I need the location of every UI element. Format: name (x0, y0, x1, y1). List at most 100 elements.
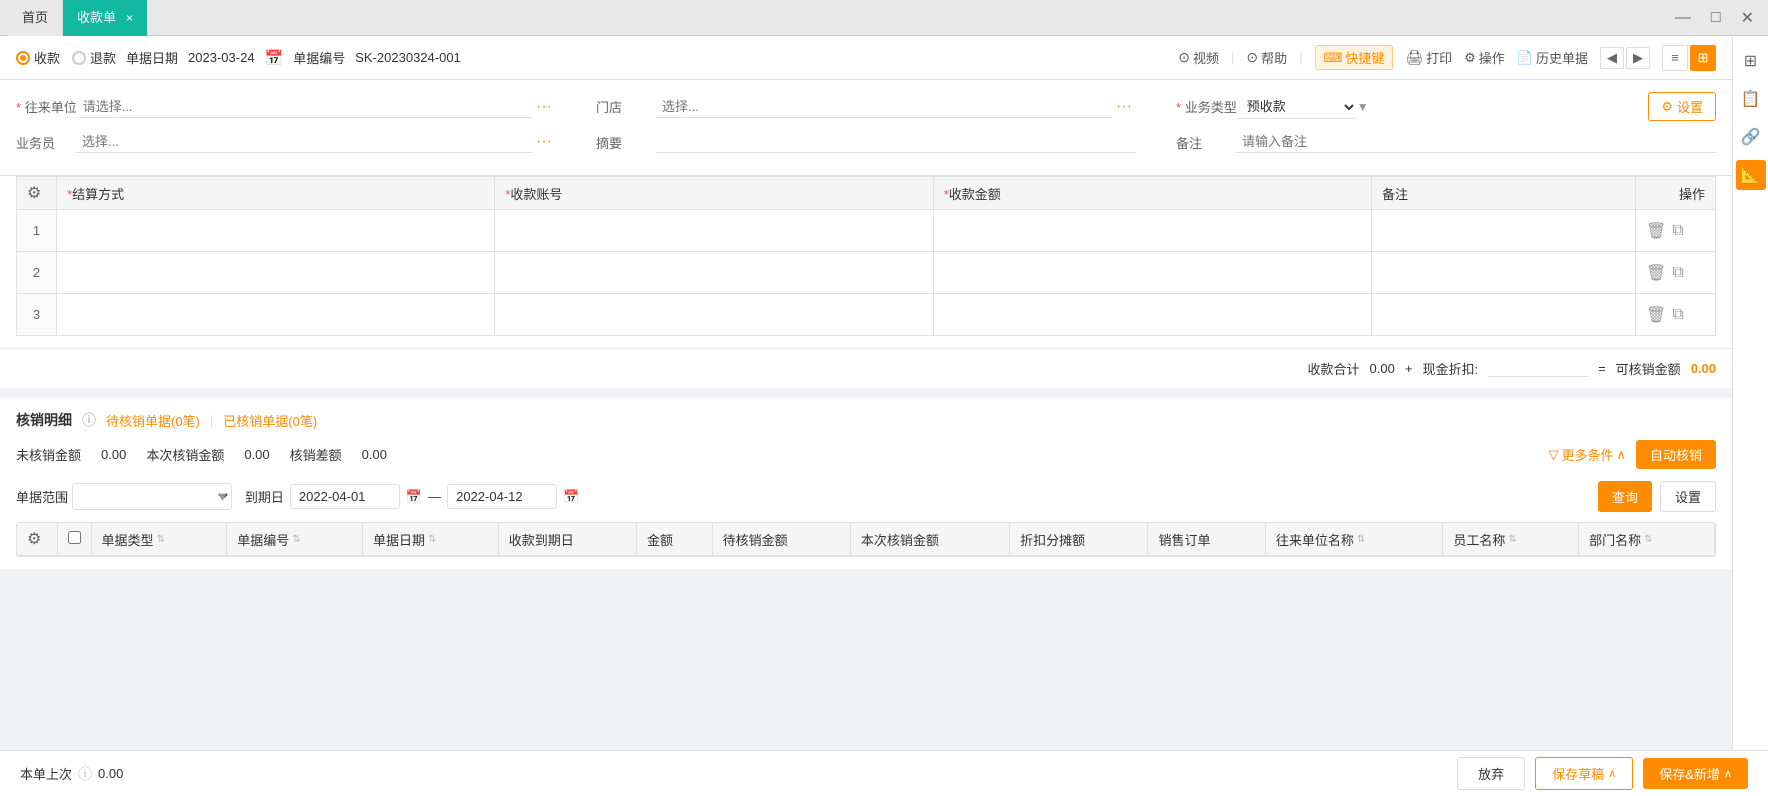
operations-button[interactable]: ⚙ 操作 (1464, 48, 1505, 67)
grid-view-button[interactable]: ⊞ (1690, 45, 1716, 71)
diff-label: 核销差额 (290, 445, 342, 464)
tab-receipt[interactable]: 收款单 × (63, 0, 148, 36)
unchecked-label: 未核销金额 (16, 445, 81, 464)
range-select[interactable] (72, 483, 232, 510)
tab-close-icon[interactable]: × (126, 0, 133, 36)
wt-gear-icon[interactable]: ⚙ (27, 531, 41, 548)
current-writeoff-label: 本次核销金额 (146, 445, 224, 464)
row-2-copy-icon[interactable]: ⧉ (1672, 264, 1683, 282)
row-2-remarks[interactable] (1372, 252, 1636, 294)
pending-tab[interactable]: 待核销单据(0笔) (106, 411, 200, 430)
more-filter-button[interactable]: ▽ 更多条件 ∧ (1548, 445, 1626, 464)
radio-receipt[interactable]: 收款 (16, 48, 60, 67)
unchecked-value: 0.00 (101, 447, 126, 462)
store-more-icon[interactable]: ··· (1112, 98, 1136, 116)
row-1-settlement[interactable] (57, 210, 495, 252)
row-1-delete-icon[interactable]: 🗑 (1646, 221, 1666, 241)
summary-input[interactable] (656, 131, 1136, 153)
due-date-from-input[interactable] (290, 484, 400, 509)
partner-input[interactable] (77, 96, 532, 118)
diff-value: 0.00 (362, 447, 387, 462)
row-2-amount[interactable] (933, 252, 1371, 294)
right-panel-icon-2[interactable]: 📋 (1736, 84, 1766, 114)
table-area: ⚙ *结算方式 *收款账号 *收款金额 备注 操作 (0, 176, 1732, 348)
partner-field: * 往来单位 ··· (16, 96, 556, 118)
bottom-info: 本单上次 ⓘ 0.00 (20, 764, 123, 784)
row-3-amount[interactable] (933, 294, 1371, 336)
auto-writeoff-button[interactable]: 自动核销 (1636, 440, 1716, 469)
right-panel-icon-4[interactable]: 📐 (1736, 160, 1766, 190)
discount-input[interactable] (1488, 361, 1588, 377)
row-1-num: 1 (17, 210, 57, 252)
next-arrow[interactable]: ▶ (1626, 47, 1650, 69)
save-new-button[interactable]: 保存&新增 ∧ (1643, 758, 1748, 789)
row-3-ops: 🗑 ⧉ (1636, 294, 1716, 336)
date-calendar-icon[interactable]: 📅 (265, 49, 284, 67)
completed-tab[interactable]: 已核销单据(0笔) (223, 411, 317, 430)
close-button[interactable]: ✕ (1735, 8, 1760, 28)
prev-arrow[interactable]: ◀ (1600, 47, 1624, 69)
history-label: 历史单据 (1536, 48, 1588, 67)
row-3-delete-icon[interactable]: 🗑 (1646, 305, 1666, 325)
writeoff-stats: 未核销金额 0.00 本次核销金额 0.00 核销差额 0.00 ▽ 更多条件 … (16, 440, 1716, 469)
row-1-amount[interactable] (933, 210, 1371, 252)
net-label: 可核销金额 (1616, 359, 1681, 378)
store-field: 门店 ··· (596, 96, 1136, 118)
due-date-to-icon[interactable]: 📅 (563, 489, 579, 505)
wt-select-all[interactable] (68, 531, 81, 544)
maximize-button[interactable]: □ (1705, 9, 1727, 27)
business-type-select[interactable]: 预收款 (1237, 95, 1357, 119)
minimize-button[interactable]: — (1669, 9, 1697, 27)
bottom-info-icon[interactable]: ⓘ (78, 764, 92, 784)
row-3-remarks[interactable] (1372, 294, 1636, 336)
video-button[interactable]: ⊙ 视频 (1178, 48, 1219, 67)
shortcut-button[interactable]: ⌨ 快捷键 (1315, 45, 1394, 70)
print-button[interactable]: 🖨 打印 (1405, 48, 1452, 67)
settings-button[interactable]: ⚙ 设置 (1648, 92, 1716, 121)
writeoff-table-wrap: ⚙ 单据类型⇅ 单据编号⇅ 单据日期⇅ 收款到期日 (16, 522, 1716, 557)
radio-refund-dot (72, 51, 86, 65)
row-3-account[interactable] (495, 294, 933, 336)
range-field: 单据范围 ▼ (16, 483, 229, 510)
wt-due-date-header: 收款到期日 (498, 523, 636, 556)
tab-home[interactable]: 首页 (8, 0, 63, 36)
save-new-chevron: ∧ (1724, 767, 1732, 780)
row-3-settlement[interactable] (57, 294, 495, 336)
due-date-field: 到期日 📅 — 📅 (245, 484, 579, 509)
due-date-from-icon[interactable]: 📅 (406, 489, 422, 505)
right-panel-icon-1[interactable]: ⊞ (1736, 46, 1766, 76)
row-1-copy-icon[interactable]: ⧉ (1672, 222, 1683, 240)
remarks-input[interactable] (1236, 131, 1716, 153)
discard-button[interactable]: 放弃 (1457, 757, 1525, 790)
writeoff-info-icon[interactable]: ⓘ (82, 410, 96, 430)
sort-icon: ⇅ (1508, 534, 1516, 545)
right-panel-icon-3[interactable]: 🔗 (1736, 122, 1766, 152)
row-2-settlement[interactable] (57, 252, 495, 294)
table-gear-icon[interactable]: ⚙ (27, 185, 41, 202)
salesperson-input[interactable] (76, 131, 532, 153)
store-input[interactable] (656, 96, 1112, 118)
query-button[interactable]: 查询 (1598, 481, 1652, 512)
due-date-to-input[interactable] (447, 484, 557, 509)
account-header: *收款账号 (495, 177, 933, 210)
remarks-label: 备注 (1176, 133, 1236, 152)
save-draft-button[interactable]: 保存草稿 ∧ (1535, 757, 1633, 790)
form-row-2: 业务员 ··· 摘要 备注 (16, 131, 1716, 153)
salesperson-more-icon[interactable]: ··· (532, 133, 556, 151)
business-type-chevron[interactable]: ▼ (1357, 100, 1369, 114)
row-2-account[interactable] (495, 252, 933, 294)
row-1-account[interactable] (495, 210, 933, 252)
help-button[interactable]: ⊙ 帮助 (1246, 48, 1287, 67)
radio-refund[interactable]: 退款 (72, 48, 116, 67)
history-button[interactable]: 📄 历史单据 (1517, 48, 1588, 67)
writeoff-settings-button[interactable]: 设置 (1660, 481, 1716, 512)
row-3-copy-icon[interactable]: ⧉ (1672, 306, 1683, 324)
wt-discount-header: 折扣分摊额 (1010, 523, 1148, 556)
sort-icon: ⇅ (428, 534, 436, 545)
summary-label: 摘要 (596, 133, 656, 152)
list-view-button[interactable]: ≡ (1662, 45, 1688, 71)
row-1-remarks[interactable] (1372, 210, 1636, 252)
partner-more-icon[interactable]: ··· (532, 98, 556, 116)
wt-current-header: 本次核销金额 (850, 523, 1009, 556)
row-2-delete-icon[interactable]: 🗑 (1646, 263, 1666, 283)
